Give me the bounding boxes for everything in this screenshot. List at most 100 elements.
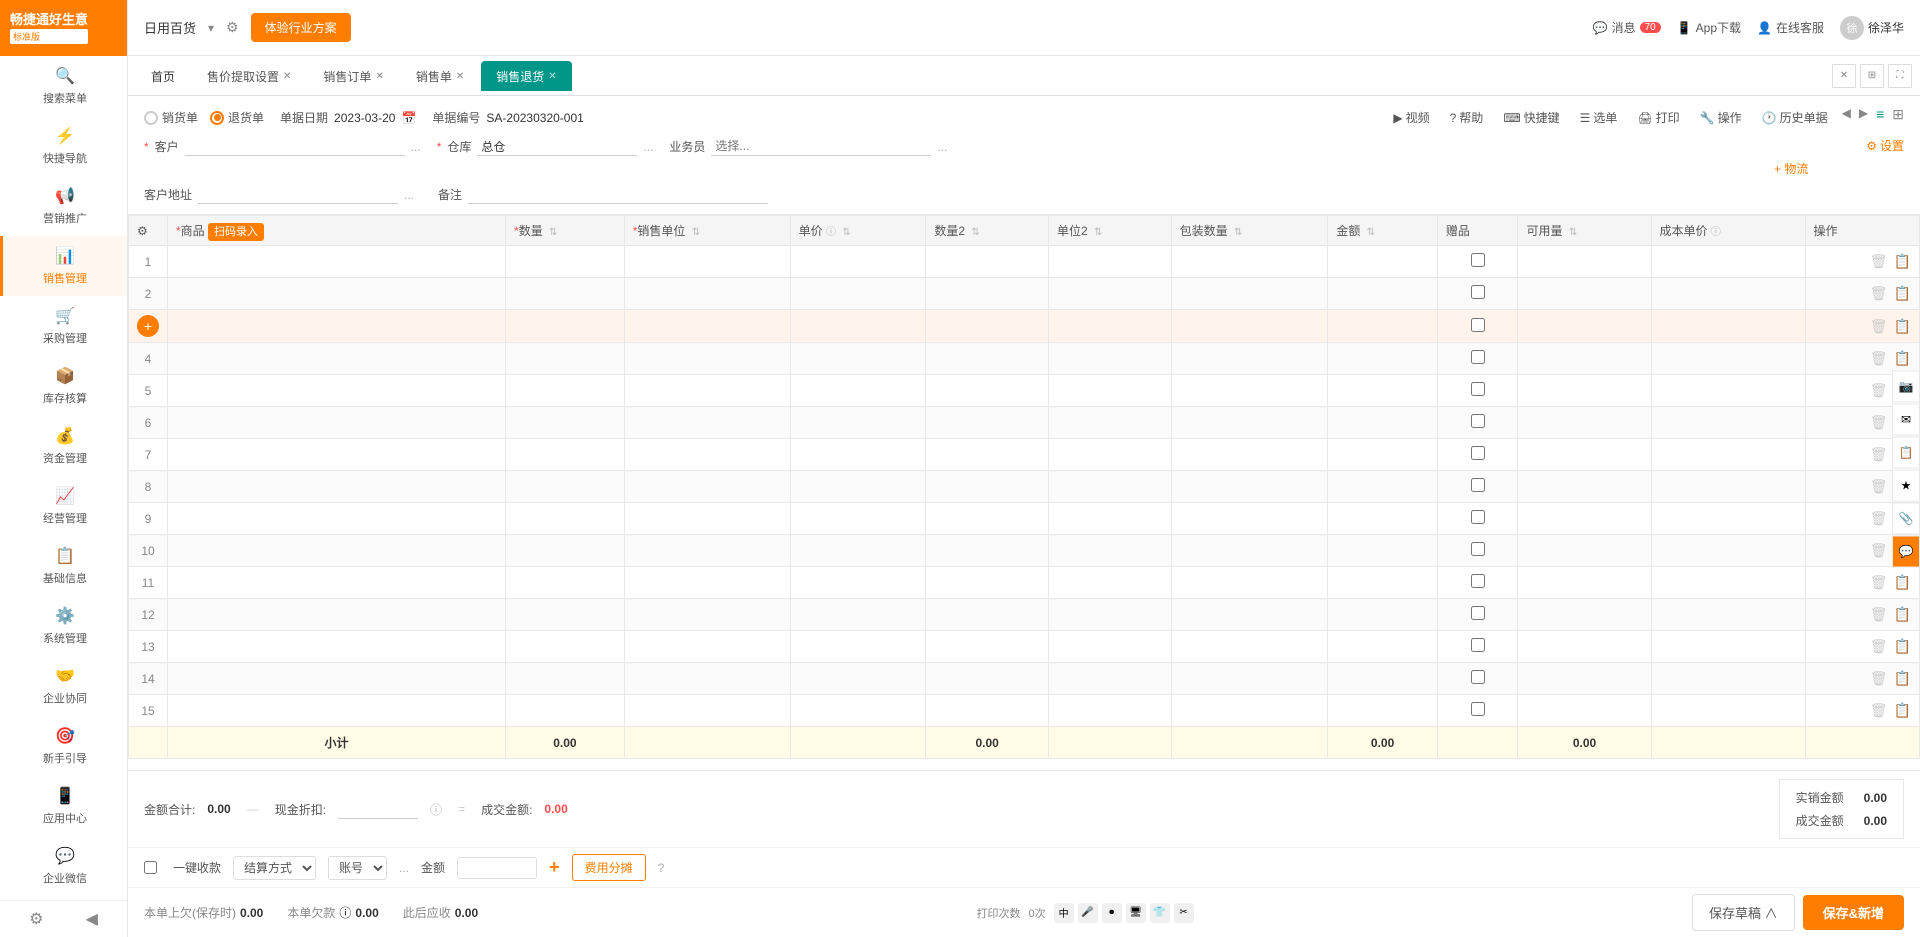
price-cell-1[interactable] — [790, 246, 926, 278]
price-cell-10[interactable] — [790, 535, 926, 567]
account-select[interactable]: 账号 — [328, 856, 387, 880]
qty2-cell-12[interactable] — [926, 599, 1049, 631]
gift-cell-2[interactable] — [1437, 278, 1518, 310]
gift-cell-13[interactable] — [1437, 631, 1518, 663]
user-info[interactable]: 徐 徐泽华 — [1840, 16, 1904, 40]
qty2-cell-11[interactable] — [926, 567, 1049, 599]
unit-cell-7[interactable] — [624, 439, 790, 471]
copy-icon-12[interactable]: 📋 — [1894, 606, 1911, 623]
float-btn-5[interactable]: 📎 — [1892, 502, 1920, 534]
sort-pkg-icon[interactable]: ⇅ — [1234, 227, 1242, 238]
amount-cell-2[interactable] — [1328, 278, 1438, 310]
product-cell-4[interactable] — [168, 343, 506, 375]
amount-cell-11[interactable] — [1328, 567, 1438, 599]
amount-cell-12[interactable] — [1328, 599, 1438, 631]
delete-icon-4[interactable]: 🗑 — [1870, 350, 1888, 367]
fee-split-btn[interactable]: 费用分摊 — [572, 854, 646, 881]
grid-view-icon[interactable]: ⊞ — [1892, 106, 1904, 129]
unit-cell-2[interactable] — [624, 278, 790, 310]
qty2-cell-9[interactable] — [926, 503, 1049, 535]
delete-icon-7[interactable]: 🗑 — [1870, 446, 1888, 463]
cost-cell-3[interactable] — [1651, 310, 1805, 343]
product-cell-7[interactable] — [168, 439, 506, 471]
unit2-cell-7[interactable] — [1048, 439, 1171, 471]
pkg-cell-7[interactable] — [1171, 439, 1328, 471]
gift-checkbox-7[interactable] — [1471, 446, 1485, 460]
delete-icon-10[interactable]: 🗑 — [1870, 542, 1888, 559]
one-click-checkbox[interactable] — [144, 861, 157, 874]
tab-close-price-setting[interactable]: ✕ — [283, 71, 291, 82]
product-cell-15[interactable] — [168, 695, 506, 727]
gift-checkbox-5[interactable] — [1471, 382, 1485, 396]
sku-icon-5[interactable]: 👕 — [1150, 903, 1170, 923]
gift-checkbox-1[interactable] — [1471, 253, 1485, 267]
amount-cell-7[interactable] — [1328, 439, 1438, 471]
notes-input[interactable] — [468, 185, 768, 204]
unit2-cell-1[interactable] — [1048, 246, 1171, 278]
copy-icon-13[interactable]: 📋 — [1894, 638, 1911, 655]
amount-cell-5[interactable] — [1328, 375, 1438, 407]
avail-cell-11[interactable] — [1518, 567, 1651, 599]
amount-cell-4[interactable] — [1328, 343, 1438, 375]
unit-cell-8[interactable] — [624, 471, 790, 503]
gift-cell-9[interactable] — [1437, 503, 1518, 535]
unit2-cell-5[interactable] — [1048, 375, 1171, 407]
unit2-cell-2[interactable] — [1048, 278, 1171, 310]
product-cell-10[interactable] — [168, 535, 506, 567]
unit2-cell-12[interactable] — [1048, 599, 1171, 631]
sku-icon-4[interactable]: 🖥 — [1126, 903, 1146, 923]
cost-cell-7[interactable] — [1651, 439, 1805, 471]
gift-cell-3[interactable] — [1437, 310, 1518, 343]
qty-cell-6[interactable] — [506, 407, 625, 439]
qty-cell-9[interactable] — [506, 503, 625, 535]
avail-cell-7[interactable] — [1518, 439, 1651, 471]
shortcut-btn[interactable]: ⌨ 快捷键 — [1497, 106, 1565, 129]
price-cell-13[interactable] — [790, 631, 926, 663]
cost-cell-1[interactable] — [1651, 246, 1805, 278]
float-btn-6[interactable]: 💬 — [1892, 535, 1920, 567]
pkg-cell-11[interactable] — [1171, 567, 1328, 599]
avail-cell-14[interactable] — [1518, 663, 1651, 695]
cost-cell-9[interactable] — [1651, 503, 1805, 535]
copy-icon-11[interactable]: 📋 — [1894, 574, 1911, 591]
product-cell-3[interactable] — [168, 310, 506, 343]
delete-icon-11[interactable]: 🗑 — [1870, 574, 1888, 591]
save-new-btn[interactable]: 保存&新增 — [1803, 895, 1904, 930]
tab-sales-return[interactable]: 销售退货✕ — [481, 61, 571, 91]
qty2-cell-3[interactable] — [926, 310, 1049, 343]
unit2-cell-11[interactable] — [1048, 567, 1171, 599]
unit2-cell-14[interactable] — [1048, 663, 1171, 695]
dropdown-icon[interactable]: ▾ — [208, 21, 214, 35]
product-cell-8[interactable] — [168, 471, 506, 503]
qty-cell-15[interactable] — [506, 695, 625, 727]
add-row-btn[interactable]: + — [137, 315, 159, 337]
unit2-cell-13[interactable] — [1048, 631, 1171, 663]
float-btn-4[interactable]: ★ — [1892, 469, 1920, 501]
product-cell-5[interactable] — [168, 375, 506, 407]
float-btn-1[interactable]: 📷 — [1892, 370, 1920, 402]
salesperson-dots[interactable]: ... — [937, 140, 947, 154]
warehouse-input[interactable] — [477, 137, 637, 156]
amount-cell-15[interactable] — [1328, 695, 1438, 727]
sku-icon-1[interactable]: 中 — [1054, 903, 1074, 923]
avail-cell-4[interactable] — [1518, 343, 1651, 375]
gift-checkbox-14[interactable] — [1471, 670, 1485, 684]
unit-cell-1[interactable] — [624, 246, 790, 278]
gift-cell-7[interactable] — [1437, 439, 1518, 471]
tab-home[interactable]: 首页 — [136, 61, 190, 91]
unit-cell-13[interactable] — [624, 631, 790, 663]
avail-cell-1[interactable] — [1518, 246, 1651, 278]
pkg-cell-3[interactable] — [1171, 310, 1328, 343]
product-cell-12[interactable] — [168, 599, 506, 631]
qty2-cell-2[interactable] — [926, 278, 1049, 310]
cost-cell-15[interactable] — [1651, 695, 1805, 727]
calendar-icon[interactable]: 📅 — [401, 111, 416, 125]
price-cell-5[interactable] — [790, 375, 926, 407]
save-draft-btn[interactable]: 保存草稿 ∧ — [1692, 894, 1795, 931]
avail-cell-2[interactable] — [1518, 278, 1651, 310]
unit-cell-12[interactable] — [624, 599, 790, 631]
sidebar-item-sales[interactable]: 📊 销售管理 — [0, 236, 127, 296]
topbar-settings-icon[interactable]: ⚙ — [226, 19, 239, 36]
amount-cell-3[interactable] — [1328, 310, 1438, 343]
sidebar-item-operations[interactable]: 📈 经营管理 — [0, 476, 127, 536]
